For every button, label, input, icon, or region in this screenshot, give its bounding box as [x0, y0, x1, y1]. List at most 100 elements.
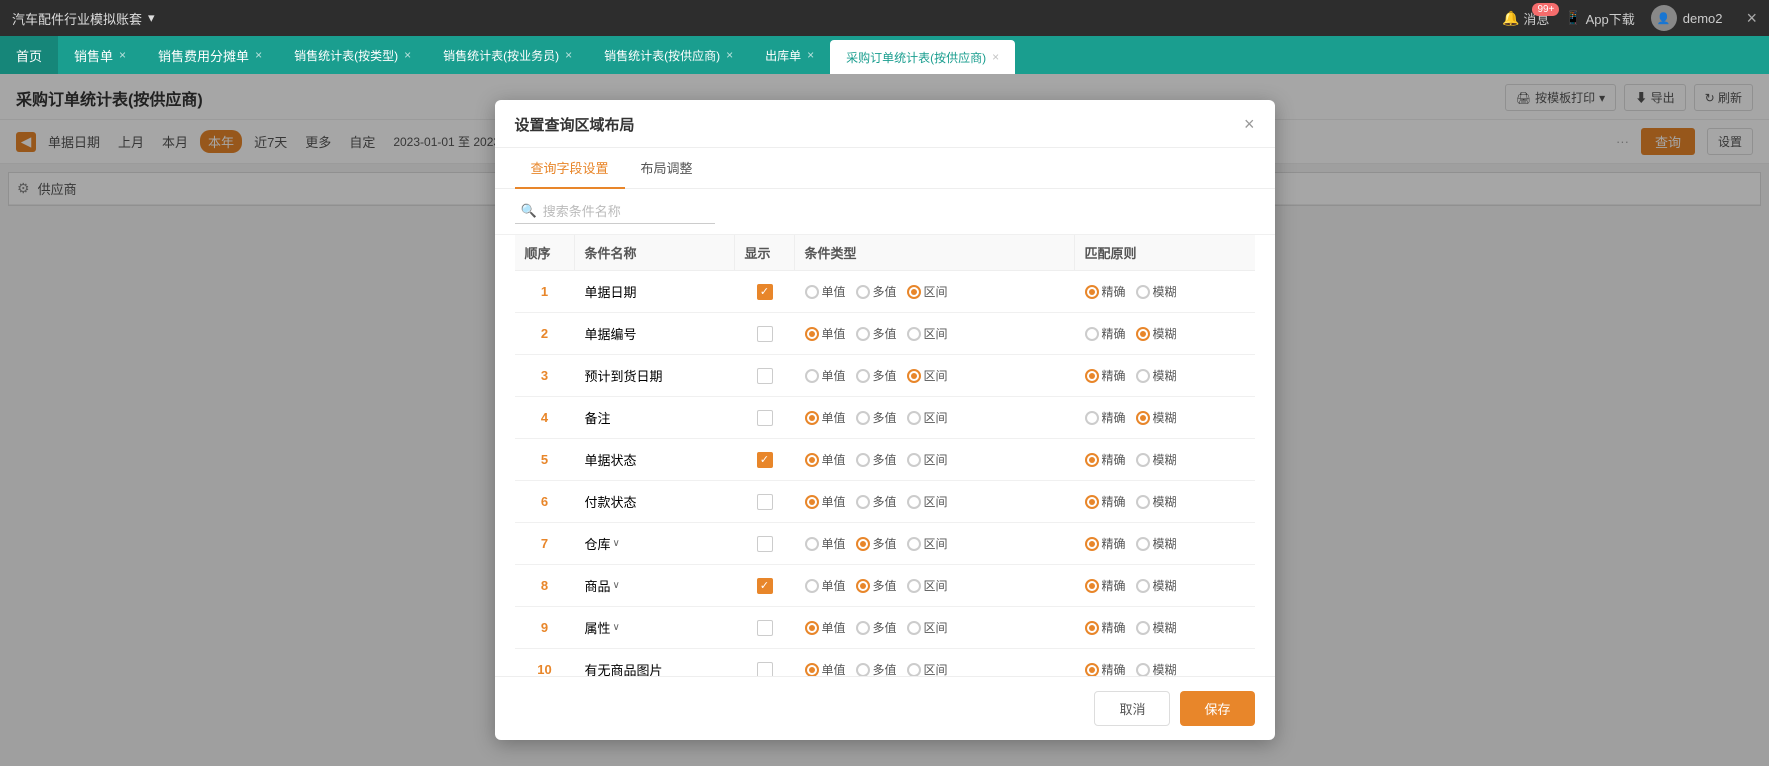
checkbox-checked[interactable]: [757, 578, 773, 594]
radio-match-模糊-5[interactable]: 模糊: [1136, 493, 1177, 510]
radio-unchecked[interactable]: [907, 411, 921, 425]
checkbox-unchecked[interactable]: [757, 620, 773, 636]
radio-unchecked[interactable]: [907, 327, 921, 341]
radio-match-unchecked[interactable]: [1136, 621, 1150, 635]
tab-close-purchase[interactable]: ×: [992, 50, 999, 64]
nav-tab-sales[interactable]: 销售单 ×: [58, 36, 142, 74]
radio-match-unchecked[interactable]: [1085, 327, 1099, 341]
dialog-tab-layout[interactable]: 布局调整: [625, 148, 709, 189]
row-dropdown-icon-8[interactable]: ∨: [613, 622, 620, 633]
radio-type-单值-0[interactable]: 单值: [805, 283, 846, 300]
modal-overlay[interactable]: 设置查询区域布局 × 查询字段设置 布局调整 🔍: [0, 74, 1769, 766]
radio-match-unchecked[interactable]: [1136, 369, 1150, 383]
radio-type-多值-5[interactable]: 多值: [856, 493, 897, 510]
radio-unchecked[interactable]: [856, 327, 870, 341]
tab-close-sales[interactable]: ×: [119, 48, 126, 62]
tab-close-outbound[interactable]: ×: [807, 48, 814, 62]
radio-match-checked[interactable]: [1085, 663, 1099, 677]
radio-type-多值-2[interactable]: 多值: [856, 367, 897, 384]
radio-match-checked[interactable]: [1085, 285, 1099, 299]
radio-match-unchecked[interactable]: [1136, 285, 1150, 299]
row-checkbox-1[interactable]: [735, 320, 795, 348]
radio-match-checked[interactable]: [1085, 579, 1099, 593]
row-checkbox-4[interactable]: [735, 446, 795, 474]
radio-unchecked[interactable]: [907, 621, 921, 635]
row-checkbox-3[interactable]: [735, 404, 795, 432]
checkbox-unchecked[interactable]: [757, 536, 773, 552]
radio-match-checked[interactable]: [1085, 495, 1099, 509]
row-checkbox-8[interactable]: [735, 614, 795, 642]
radio-match-模糊-4[interactable]: 模糊: [1136, 451, 1177, 468]
radio-checked[interactable]: [856, 579, 870, 593]
radio-type-区间-3[interactable]: 区间: [907, 409, 948, 426]
radio-unchecked[interactable]: [907, 495, 921, 509]
radio-unchecked[interactable]: [907, 579, 921, 593]
checkbox-unchecked[interactable]: [757, 326, 773, 342]
radio-type-区间-6[interactable]: 区间: [907, 535, 948, 552]
radio-unchecked[interactable]: [805, 537, 819, 551]
dialog-close-button[interactable]: ×: [1244, 114, 1255, 135]
radio-unchecked[interactable]: [856, 453, 870, 467]
row-checkbox-5[interactable]: [735, 488, 795, 516]
tab-close-sales-expense[interactable]: ×: [255, 48, 262, 62]
radio-match-模糊-1[interactable]: 模糊: [1136, 325, 1177, 342]
notification-section[interactable]: 🔔 消息 99+: [1502, 9, 1549, 28]
close-icon[interactable]: ×: [1746, 8, 1757, 29]
radio-match-unchecked[interactable]: [1136, 495, 1150, 509]
radio-unchecked[interactable]: [856, 495, 870, 509]
radio-checked[interactable]: [907, 369, 921, 383]
radio-match-unchecked[interactable]: [1136, 579, 1150, 593]
radio-unchecked[interactable]: [856, 621, 870, 635]
tab-close-sales-type[interactable]: ×: [404, 48, 411, 62]
radio-type-单值-5[interactable]: 单值: [805, 493, 846, 510]
search-input[interactable]: [543, 204, 703, 219]
radio-checked[interactable]: [907, 285, 921, 299]
nav-tab-purchase[interactable]: 采购订单统计表(按供应商) ×: [830, 40, 1015, 74]
checkbox-unchecked[interactable]: [757, 494, 773, 510]
radio-type-单值-2[interactable]: 单值: [805, 367, 846, 384]
checkbox-unchecked[interactable]: [757, 410, 773, 426]
row-checkbox-7[interactable]: [735, 572, 795, 600]
radio-type-多值-0[interactable]: 多值: [856, 283, 897, 300]
radio-type-区间-4[interactable]: 区间: [907, 451, 948, 468]
radio-match-unchecked[interactable]: [1136, 537, 1150, 551]
radio-unchecked[interactable]: [805, 369, 819, 383]
nav-tab-home[interactable]: 首页: [0, 36, 58, 74]
checkbox-unchecked[interactable]: [757, 662, 773, 677]
nav-tab-outbound[interactable]: 出库单 ×: [749, 36, 830, 74]
radio-match-checked[interactable]: [1136, 327, 1150, 341]
radio-type-单值-7[interactable]: 单值: [805, 577, 846, 594]
radio-match-checked[interactable]: [1136, 411, 1150, 425]
radio-unchecked[interactable]: [856, 663, 870, 677]
radio-type-区间-2[interactable]: 区间: [907, 367, 948, 384]
radio-match-checked[interactable]: [1085, 537, 1099, 551]
radio-match-unchecked[interactable]: [1136, 663, 1150, 677]
radio-unchecked[interactable]: [907, 663, 921, 677]
radio-match-模糊-2[interactable]: 模糊: [1136, 367, 1177, 384]
radio-match-精确-0[interactable]: 精确: [1085, 283, 1126, 300]
checkbox-checked[interactable]: [757, 284, 773, 300]
nav-tab-sales-supplier[interactable]: 销售统计表(按供应商) ×: [588, 36, 749, 74]
radio-checked[interactable]: [805, 495, 819, 509]
radio-checked[interactable]: [856, 537, 870, 551]
nav-tab-sales-expense[interactable]: 销售费用分摊单 ×: [142, 36, 278, 74]
radio-unchecked[interactable]: [856, 369, 870, 383]
radio-checked[interactable]: [805, 411, 819, 425]
radio-unchecked[interactable]: [856, 411, 870, 425]
radio-type-单值-4[interactable]: 单值: [805, 451, 846, 468]
radio-unchecked[interactable]: [856, 285, 870, 299]
radio-type-区间-1[interactable]: 区间: [907, 325, 948, 342]
radio-checked[interactable]: [805, 327, 819, 341]
row-dropdown-icon-7[interactable]: ∨: [613, 580, 620, 591]
radio-match-checked[interactable]: [1085, 369, 1099, 383]
nav-tab-sales-staff[interactable]: 销售统计表(按业务员) ×: [427, 36, 588, 74]
radio-match-模糊-0[interactable]: 模糊: [1136, 283, 1177, 300]
radio-match-精确-3[interactable]: 精确: [1085, 409, 1126, 426]
radio-match-精确-7[interactable]: 精确: [1085, 577, 1126, 594]
radio-match-精确-2[interactable]: 精确: [1085, 367, 1126, 384]
radio-type-单值-3[interactable]: 单值: [805, 409, 846, 426]
checkbox-checked[interactable]: [757, 452, 773, 468]
radio-match-精确-5[interactable]: 精确: [1085, 493, 1126, 510]
radio-match-精确-4[interactable]: 精确: [1085, 451, 1126, 468]
radio-checked[interactable]: [805, 453, 819, 467]
